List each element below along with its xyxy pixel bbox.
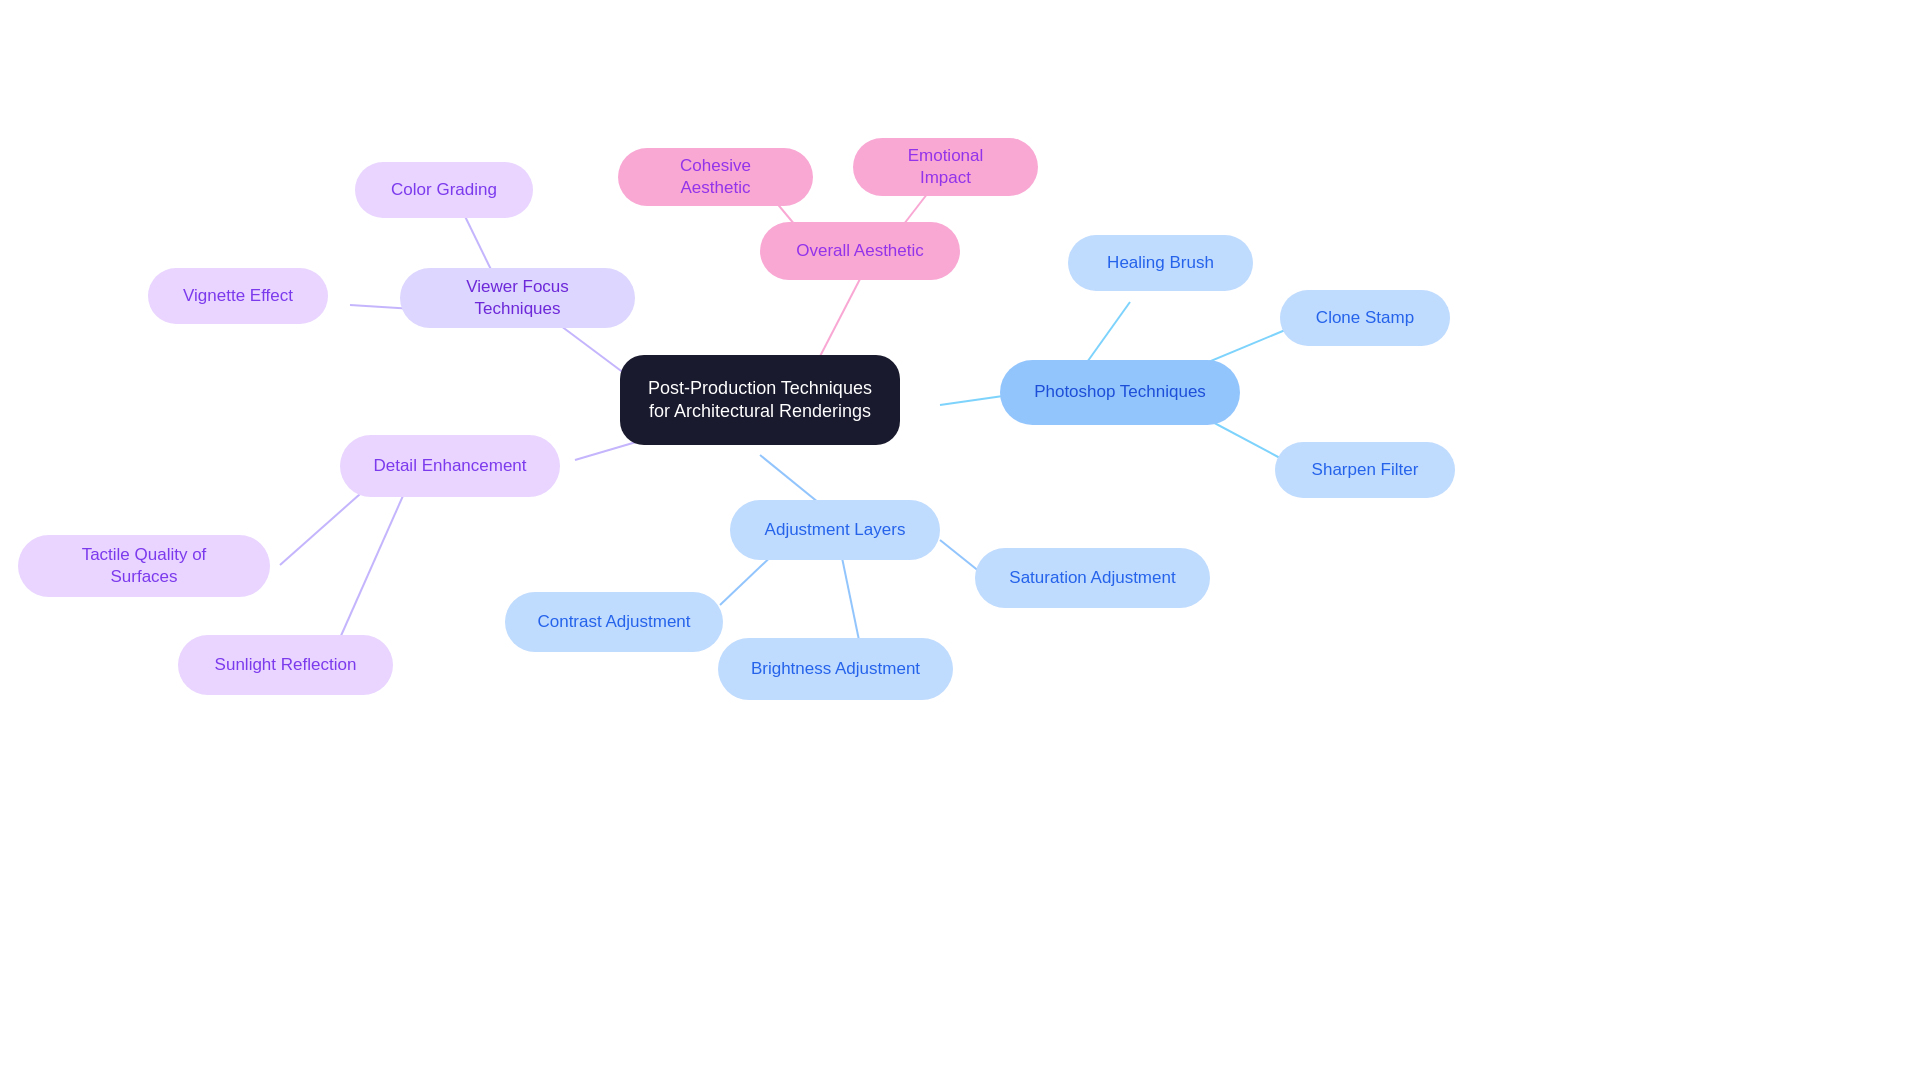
svg-line-11: [840, 548, 860, 645]
node-saturation-adjustment: Saturation Adjustment: [975, 548, 1210, 608]
node-vignette-effect: Vignette Effect: [148, 268, 328, 324]
label-contrast-adjustment: Contrast Adjustment: [537, 611, 690, 633]
node-tactile-quality: Tactile Quality of Surfaces: [18, 535, 270, 597]
label-photoshop-techniques: Photoshop Techniques: [1034, 381, 1206, 403]
label-sunlight-reflection: Sunlight Reflection: [215, 654, 357, 676]
node-contrast-adjustment: Contrast Adjustment: [505, 592, 723, 652]
label-overall-aesthetic: Overall Aesthetic: [796, 240, 924, 262]
node-sharpen-filter: Sharpen Filter: [1275, 442, 1455, 498]
node-clone-stamp: Clone Stamp: [1280, 290, 1450, 346]
label-tactile-quality: Tactile Quality of Surfaces: [46, 544, 242, 588]
node-sunlight-reflection: Sunlight Reflection: [178, 635, 393, 695]
node-emotional-impact: Emotional Impact: [853, 138, 1038, 196]
label-adjustment-layers: Adjustment Layers: [765, 519, 906, 541]
label-color-grading: Color Grading: [391, 179, 497, 201]
node-overall-aesthetic: Overall Aesthetic: [760, 222, 960, 280]
label-vignette-effect: Vignette Effect: [183, 285, 293, 307]
label-brightness-adjustment: Brightness Adjustment: [751, 658, 920, 680]
label-emotional-impact: Emotional Impact: [881, 145, 1010, 189]
center-node: Post-Production Techniques for Architect…: [620, 355, 900, 445]
node-viewer-focus: Viewer Focus Techniques: [400, 268, 635, 328]
label-detail-enhancement: Detail Enhancement: [373, 455, 526, 477]
node-color-grading: Color Grading: [355, 162, 533, 218]
label-sharpen-filter: Sharpen Filter: [1312, 459, 1419, 481]
label-healing-brush: Healing Brush: [1107, 252, 1214, 274]
label-saturation-adjustment: Saturation Adjustment: [1009, 567, 1175, 589]
node-detail-enhancement: Detail Enhancement: [340, 435, 560, 497]
node-brightness-adjustment: Brightness Adjustment: [718, 638, 953, 700]
node-photoshop-techniques: Photoshop Techniques: [1000, 360, 1240, 425]
svg-line-12: [940, 540, 980, 572]
label-viewer-focus: Viewer Focus Techniques: [428, 276, 607, 320]
center-label: Post-Production Techniques for Architect…: [648, 377, 872, 424]
svg-line-8: [340, 480, 410, 638]
label-clone-stamp: Clone Stamp: [1316, 307, 1414, 329]
node-adjustment-layers: Adjustment Layers: [730, 500, 940, 560]
node-cohesive-aesthetic: Cohesive Aesthetic: [618, 148, 813, 206]
label-cohesive-aesthetic: Cohesive Aesthetic: [646, 155, 785, 199]
node-healing-brush: Healing Brush: [1068, 235, 1253, 291]
